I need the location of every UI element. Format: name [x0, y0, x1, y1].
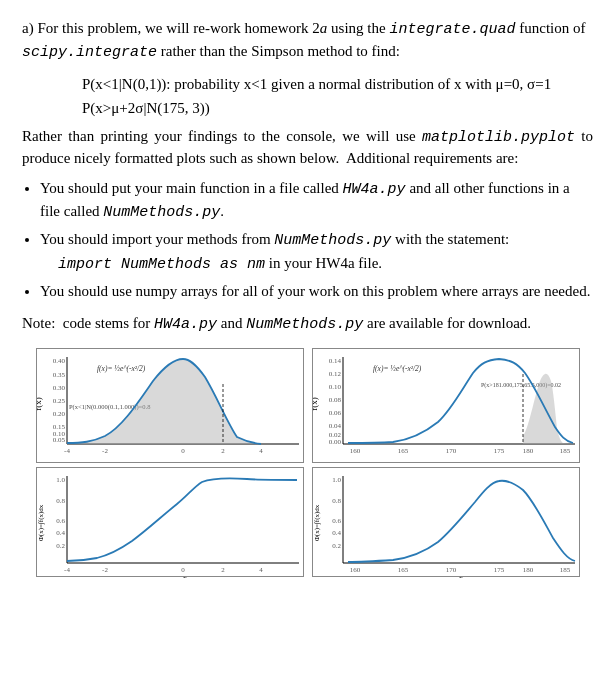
import-statement: import NumMethods as nm	[58, 256, 265, 273]
svg-text:0.10: 0.10	[328, 383, 341, 391]
svg-text:Φ(x)=∫f(x)dx: Φ(x)=∫f(x)dx	[313, 504, 321, 541]
svg-text:f(x)= ½e^(-x²/2): f(x)= ½e^(-x²/2)	[97, 364, 146, 373]
svg-text:0: 0	[181, 447, 185, 455]
bottom-right-svg: Φ(x)=∫f(x)dx 1.0 0.8 0.6 0.4 0.2 160 165…	[313, 468, 581, 578]
svg-text:0.12: 0.12	[328, 370, 341, 378]
svg-text:0.04: 0.04	[328, 422, 341, 430]
eq2: P(x>μ+2σ|N(175, 3))	[82, 96, 593, 120]
section-label: a) For this problem, we will re-work hom…	[22, 18, 593, 64]
intro-text: For this problem, we will re-work homewo…	[22, 20, 585, 59]
svg-text:-2: -2	[102, 566, 108, 574]
mono-nummethods: NumMethods.py	[103, 204, 220, 221]
svg-text:185: 185	[559, 447, 570, 455]
bottom-left-plot: Φ(x)=∫f(x)dx 1.0 0.8 0.6 0.4 0.2 -4 -2 0…	[36, 467, 304, 577]
svg-text:175: 175	[493, 447, 504, 455]
svg-text:0.6: 0.6	[332, 517, 341, 525]
mono-nummethods-2: NumMethods.py	[274, 232, 391, 249]
mono-hw4a: HW4a.py	[343, 181, 406, 198]
eq1: P(x<1|N(0,1)): probability x<1 given a n…	[82, 72, 593, 96]
svg-text:x: x	[459, 574, 463, 578]
plots-row: f(x) 0.40 0.35 0.30 0.25 0.20 0.15 0.10 …	[22, 348, 593, 577]
mono-scipy-integrate: scipy.integrate	[22, 44, 157, 61]
svg-text:0.40: 0.40	[52, 357, 65, 365]
bottom-left-svg: Φ(x)=∫f(x)dx 1.0 0.8 0.6 0.4 0.2 -4 -2 0…	[37, 468, 305, 578]
svg-text:175: 175	[493, 566, 504, 574]
svg-text:0.00: 0.00	[328, 438, 341, 446]
mono-hw4a-note: HW4a.py	[154, 316, 217, 333]
svg-text:170: 170	[445, 566, 456, 574]
svg-text:-2: -2	[102, 447, 108, 455]
svg-text:0.06: 0.06	[328, 409, 341, 417]
svg-text:-4: -4	[64, 447, 70, 455]
label-a: a)	[22, 20, 34, 36]
note-paragraph: Note: code stems for HW4a.py and NumMeth…	[22, 313, 593, 336]
svg-text:1.0: 1.0	[56, 476, 65, 484]
svg-text:180: 180	[522, 566, 533, 574]
mono-matplotlib: matplotlib.pyplot	[422, 129, 575, 146]
svg-text:1.0: 1.0	[332, 476, 341, 484]
bullet-1: You should put your main function in a f…	[40, 178, 593, 224]
top-left-plot: f(x) 0.40 0.35 0.30 0.25 0.20 0.15 0.10 …	[36, 348, 304, 463]
svg-text:0.2: 0.2	[332, 542, 341, 550]
top-left-svg: f(x) 0.40 0.35 0.30 0.25 0.20 0.15 0.10 …	[37, 349, 305, 464]
svg-text:180: 180	[522, 447, 533, 455]
svg-text:4: 4	[259, 566, 263, 574]
svg-text:0.05: 0.05	[52, 436, 65, 444]
svg-text:165: 165	[397, 447, 408, 455]
svg-text:2: 2	[221, 566, 225, 574]
bottom-right-plot: Φ(x)=∫f(x)dx 1.0 0.8 0.6 0.4 0.2 160 165…	[312, 467, 580, 577]
main-content: a) For this problem, we will re-work hom…	[22, 18, 593, 577]
svg-text:0.8: 0.8	[332, 497, 341, 505]
svg-text:0.4: 0.4	[56, 529, 65, 537]
svg-text:0.8: 0.8	[56, 497, 65, 505]
svg-text:0.35: 0.35	[52, 371, 65, 379]
svg-text:2: 2	[221, 447, 225, 455]
bullet-3: You should use numpy arrays for all of y…	[40, 281, 593, 303]
svg-text:0.6: 0.6	[56, 517, 65, 525]
svg-text:Φ(x)=∫f(x)dx: Φ(x)=∫f(x)dx	[37, 504, 45, 541]
svg-text:4: 4	[259, 447, 263, 455]
svg-text:170: 170	[445, 447, 456, 455]
svg-text:0.08: 0.08	[328, 396, 341, 404]
main-paragraph: Rather than printing your findings to th…	[22, 126, 593, 171]
svg-text:f(x): f(x)	[37, 397, 43, 411]
requirements-list: You should put your main function in a f…	[40, 178, 593, 303]
top-right-plot: f(x) 0.14 0.12 0.10 0.08 0.06 0.04 0.02 …	[312, 348, 580, 463]
svg-text:160: 160	[349, 566, 360, 574]
svg-text:0.4: 0.4	[332, 529, 341, 537]
svg-text:0.25: 0.25	[52, 397, 65, 405]
svg-text:f(x): f(x)	[313, 397, 319, 411]
svg-text:165: 165	[397, 566, 408, 574]
mono-integrate-quad: integrate.quad	[389, 21, 515, 38]
svg-text:0.30: 0.30	[52, 384, 65, 392]
svg-text:160: 160	[349, 447, 360, 455]
svg-text:185: 185	[559, 566, 570, 574]
svg-text:0.20: 0.20	[52, 410, 65, 418]
right-plot-column: f(x) 0.14 0.12 0.10 0.08 0.06 0.04 0.02 …	[312, 348, 580, 577]
svg-text:0.2: 0.2	[56, 542, 65, 550]
left-plot-column: f(x) 0.40 0.35 0.30 0.25 0.20 0.15 0.10 …	[36, 348, 304, 577]
bullet-2: You should import your methods from NumM…	[40, 229, 593, 277]
svg-text:0: 0	[181, 566, 185, 574]
svg-text:x: x	[183, 574, 187, 578]
mono-nummethods-note: NumMethods.py	[246, 316, 363, 333]
svg-text:-4: -4	[64, 566, 70, 574]
top-right-svg: f(x) 0.14 0.12 0.10 0.08 0.06 0.04 0.02 …	[313, 349, 581, 464]
svg-text:f(x)= ½e^(-x²/2): f(x)= ½e^(-x²/2)	[373, 364, 422, 373]
equations-block: P(x<1|N(0,1)): probability x<1 given a n…	[82, 72, 593, 120]
svg-text:0.14: 0.14	[328, 357, 341, 365]
